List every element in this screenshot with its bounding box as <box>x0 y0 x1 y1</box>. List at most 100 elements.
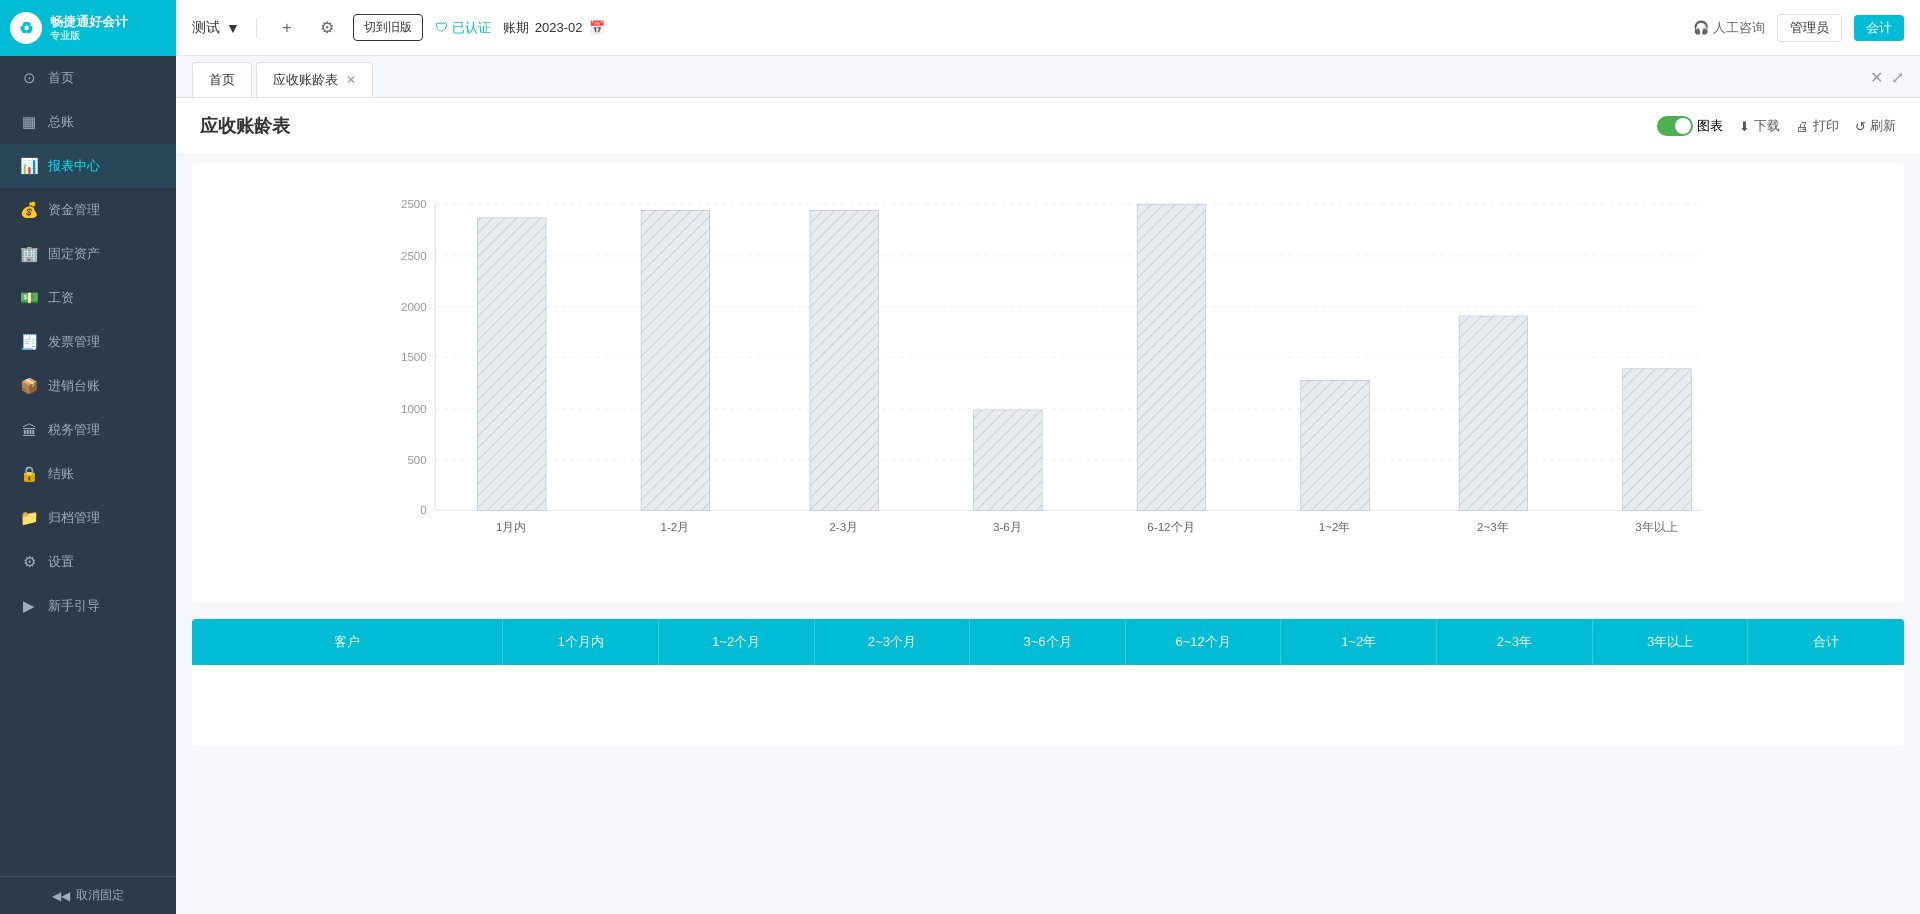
refresh-icon: ↺ <box>1855 119 1866 134</box>
svg-text:1月内: 1月内 <box>496 520 526 533</box>
sidebar-item-salary[interactable]: 💵 工资 <box>0 276 176 320</box>
tab-close-icon[interactable]: ✕ <box>346 73 356 87</box>
table-header-6: 1~2年 <box>1281 619 1437 665</box>
sidebar-item-settings[interactable]: ⚙ 设置 <box>0 540 176 584</box>
table-header-8: 3年以上 <box>1593 619 1749 665</box>
sidebar-item-label-close: 结账 <box>48 465 74 483</box>
chart-toggle[interactable]: 图表 <box>1657 116 1723 136</box>
pin-icon: ◀◀ <box>52 889 70 903</box>
svg-rect-18 <box>974 410 1043 510</box>
settings-button[interactable]: ⚙ <box>313 14 341 42</box>
bar-chart: 0 500 1000 1500 2000 2500 2500 <box>252 183 1864 563</box>
svg-text:3-6月: 3-6月 <box>993 520 1022 533</box>
home-tab-label: 首页 <box>209 71 235 89</box>
sidebar-item-ledger[interactable]: ▦ 总账 <box>0 100 176 144</box>
svg-rect-19 <box>1137 204 1206 510</box>
tabbar: 首页 应收账龄表 ✕ ✕ ⤢ <box>176 56 1920 98</box>
svg-text:2~3年: 2~3年 <box>1477 520 1509 533</box>
reports-icon: 📊 <box>20 157 38 175</box>
report-title: 应收账龄表 <box>200 114 290 138</box>
cancel-fixed-label: 取消固定 <box>76 887 124 904</box>
assets-icon: 🏢 <box>20 245 38 263</box>
add-button[interactable]: + <box>273 14 301 42</box>
salary-icon: 💵 <box>20 289 38 307</box>
headset-icon: 🎧 <box>1693 20 1709 35</box>
sidebar-item-tax[interactable]: 🏛 税务管理 <box>0 408 176 452</box>
print-button[interactable]: 🖨 打印 <box>1796 117 1839 135</box>
sidebar-item-archive[interactable]: 📁 归档管理 <box>0 496 176 540</box>
tax-icon: 🏛 <box>20 422 38 439</box>
table-header-2: 1~2个月 <box>659 619 815 665</box>
sidebar-logo: ♻ 畅捷通好会计 专业版 <box>0 0 176 56</box>
sidebar-item-assets[interactable]: 🏢 固定资产 <box>0 232 176 276</box>
sidebar-item-reports[interactable]: 📊 报表中心 <box>0 144 176 188</box>
table-header-5: 6~12个月 <box>1126 619 1282 665</box>
svg-text:2-3月: 2-3月 <box>829 520 858 533</box>
download-icon: ⬇ <box>1739 119 1750 134</box>
svg-text:2500: 2500 <box>401 249 427 262</box>
invoice-icon: 🧾 <box>20 333 38 351</box>
cancel-fixed-button[interactable]: ◀◀ 取消固定 <box>0 876 176 914</box>
svg-text:3年以上: 3年以上 <box>1635 520 1677 533</box>
role-button[interactable]: 会计 <box>1854 15 1904 41</box>
logo-sub: 专业版 <box>50 30 128 42</box>
close-panel-icon[interactable]: ✕ <box>1870 67 1883 86</box>
svg-text:500: 500 <box>407 453 426 466</box>
print-icon: 🖨 <box>1796 119 1809 134</box>
table-header: 客户1个月内1~2个月2~3个月3~6个月6~12个月1~2年2~3年3年以上合… <box>192 619 1904 665</box>
calendar-icon[interactable]: 📅 <box>589 20 605 35</box>
sidebar-item-label-ledger: 总账 <box>48 113 74 131</box>
project-selector[interactable]: 测试 ▼ <box>192 19 240 37</box>
page-content: 应收账龄表 图表 ⬇ 下载 🖨 打印 ↺ 刷新 <box>176 98 1920 914</box>
aging-table: 客户1个月内1~2个月2~3个月3~6个月6~12个月1~2年2~3年3年以上合… <box>192 619 1904 745</box>
sidebar-item-label-purchase-sales: 进销台账 <box>48 377 100 395</box>
download-button[interactable]: ⬇ 下载 <box>1739 117 1780 135</box>
table-body <box>192 665 1904 745</box>
svg-rect-15 <box>477 218 546 510</box>
refresh-button[interactable]: ↺ 刷新 <box>1855 117 1896 135</box>
report-actions: 图表 ⬇ 下载 🖨 打印 ↺ 刷新 <box>1657 116 1896 136</box>
tab-aging[interactable]: 应收账龄表 ✕ <box>256 62 373 97</box>
shield-icon: 🛡 <box>435 20 448 35</box>
switch-version-button[interactable]: 切到旧版 <box>353 14 423 41</box>
table-header-4: 3~6个月 <box>970 619 1126 665</box>
sidebar-item-label-salary: 工资 <box>48 289 74 307</box>
expand-icon[interactable]: ⤢ <box>1891 67 1904 86</box>
certified-badge: 🛡 已认证 <box>435 19 491 37</box>
report-header: 应收账龄表 图表 ⬇ 下载 🖨 打印 ↺ 刷新 <box>176 98 1920 155</box>
table-header-3: 2~3个月 <box>815 619 971 665</box>
aging-tab-label: 应收账龄表 <box>273 71 338 89</box>
svg-rect-16 <box>641 210 710 510</box>
svg-text:0: 0 <box>420 503 426 516</box>
user-button[interactable]: 管理员 <box>1777 14 1842 42</box>
sidebar-item-close[interactable]: 🔒 结账 <box>0 452 176 496</box>
sidebar-item-label-reports: 报表中心 <box>48 157 100 175</box>
close-icon: 🔒 <box>20 465 38 483</box>
chart-svg: 0 500 1000 1500 2000 2500 2500 <box>252 183 1864 563</box>
svg-text:1-2月: 1-2月 <box>660 520 689 533</box>
sidebar-nav: ⊙ 首页 ▦ 总账 📊 报表中心 💰 资金管理 🏢 固定资产 💵 工资 🧾 发票… <box>0 56 176 876</box>
sidebar-item-label-invoice: 发票管理 <box>48 333 100 351</box>
ledger-icon: ▦ <box>20 113 38 131</box>
toggle-track[interactable] <box>1657 116 1693 136</box>
sidebar-item-label-assets: 固定资产 <box>48 245 100 263</box>
logo-main: 畅捷通好会计 <box>50 14 128 30</box>
sidebar-item-home[interactable]: ⊙ 首页 <box>0 56 176 100</box>
sidebar-item-purchase-sales[interactable]: 📦 进销台账 <box>0 364 176 408</box>
archive-icon: 📁 <box>20 509 38 527</box>
sidebar-item-funds[interactable]: 💰 资金管理 <box>0 188 176 232</box>
sidebar-item-label-tax: 税务管理 <box>48 421 100 439</box>
main-content: 测试 ▼ + ⚙ 切到旧版 🛡 已认证 账期 2023-02 📅 🎧 人工咨询 … <box>176 0 1920 914</box>
sidebar: ♻ 畅捷通好会计 专业版 ⊙ 首页 ▦ 总账 📊 报表中心 💰 资金管理 🏢 固… <box>0 0 176 914</box>
svg-text:2500: 2500 <box>401 197 427 210</box>
tab-home[interactable]: 首页 <box>192 62 252 97</box>
service-button[interactable]: 🎧 人工咨询 <box>1693 19 1765 37</box>
funds-icon: 💰 <box>20 201 38 219</box>
sidebar-item-newbie[interactable]: ▶ 新手引导 <box>0 584 176 628</box>
chart-area: 0 500 1000 1500 2000 2500 2500 <box>192 163 1904 603</box>
svg-text:2000: 2000 <box>401 300 427 313</box>
period-display: 账期 2023-02 📅 <box>503 19 605 37</box>
svg-text:1000: 1000 <box>401 402 427 415</box>
sidebar-item-invoice[interactable]: 🧾 发票管理 <box>0 320 176 364</box>
table-header-0: 客户 <box>192 619 503 665</box>
